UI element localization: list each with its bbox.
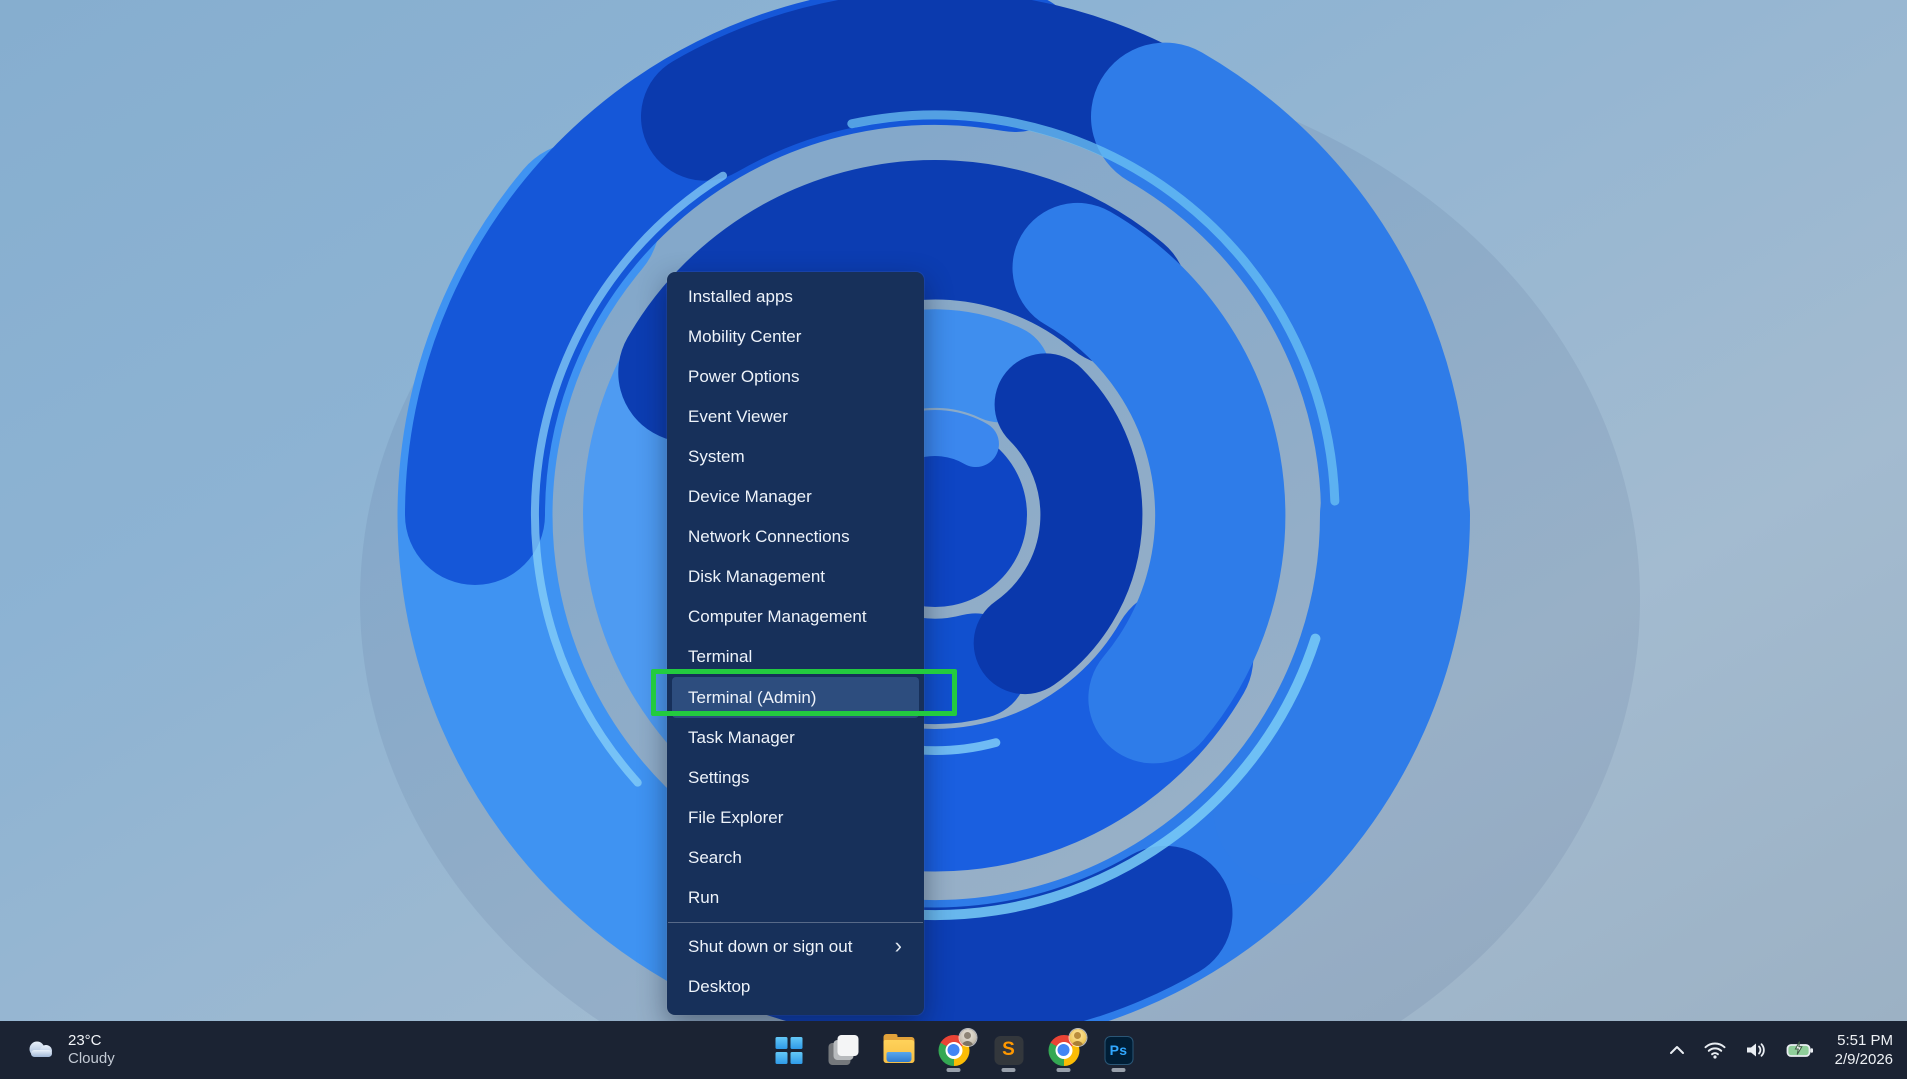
menu-item-mobility-center[interactable]: Mobility Center <box>667 317 924 357</box>
running-indicator <box>1002 1068 1016 1072</box>
menu-item-label: Run <box>688 888 719 908</box>
menu-item-installed-apps[interactable]: Installed apps <box>667 277 924 317</box>
chrome-profile-avatar <box>1069 1029 1086 1046</box>
desktop: { "menu": { "items": [ { "label": "Insta… <box>0 0 1907 1079</box>
menu-item-label: Device Manager <box>688 487 812 507</box>
menu-item-device-manager[interactable]: Device Manager <box>667 477 924 517</box>
sublime-text-icon: S <box>994 1036 1023 1065</box>
menu-item-computer-management[interactable]: Computer Management <box>667 597 924 637</box>
chrome-profile-1-button[interactable] <box>932 1026 975 1074</box>
running-indicator <box>1057 1068 1071 1072</box>
weather-temperature: 23°C <box>68 1032 115 1050</box>
menu-item-power-options[interactable]: Power Options <box>667 357 924 397</box>
menu-item-label: Shut down or sign out <box>688 937 852 957</box>
photoshop-button[interactable]: Ps <box>1097 1026 1140 1074</box>
menu-item-label: Terminal <box>688 647 752 667</box>
menu-item-task-manager[interactable]: Task Manager <box>667 718 924 758</box>
task-view-button[interactable] <box>822 1026 865 1074</box>
wallpaper-bloom <box>0 0 1907 1079</box>
task-view-icon <box>829 1035 859 1065</box>
chrome-icon <box>1048 1035 1079 1066</box>
menu-item-run[interactable]: Run <box>667 878 924 918</box>
menu-item-disk-management[interactable]: Disk Management <box>667 557 924 597</box>
chrome-icon <box>938 1035 969 1066</box>
menu-item-label: Task Manager <box>688 728 795 748</box>
running-indicator <box>947 1068 961 1072</box>
chevron-up-icon <box>1669 1045 1685 1055</box>
menu-item-label: Power Options <box>688 367 800 387</box>
taskbar-clock[interactable]: 5:51 PM 2/9/2026 <box>1831 1031 1897 1069</box>
menu-item-label: Settings <box>688 768 749 788</box>
menu-item-search[interactable]: Search <box>667 838 924 878</box>
sublime-text-button[interactable]: S <box>987 1026 1030 1074</box>
speaker-icon <box>1745 1041 1767 1059</box>
chrome-profile-avatar <box>959 1029 976 1046</box>
taskbar-app-icons: S Ps <box>767 1021 1140 1079</box>
wifi-button[interactable] <box>1698 1029 1732 1071</box>
windows-logo-icon <box>775 1037 802 1064</box>
menu-item-label: Computer Management <box>688 607 867 627</box>
weather-condition: Cloudy <box>68 1050 115 1068</box>
clock-time: 5:51 PM <box>1835 1031 1893 1050</box>
winx-context-menu: Installed apps Mobility Center Power Opt… <box>667 272 924 1015</box>
file-explorer-button[interactable] <box>877 1026 920 1074</box>
battery-charging-icon <box>1786 1040 1814 1060</box>
menu-item-label: Search <box>688 848 742 868</box>
menu-item-label: Mobility Center <box>688 327 801 347</box>
battery-button[interactable] <box>1780 1029 1820 1071</box>
photoshop-icon: Ps <box>1104 1036 1133 1065</box>
submenu-chevron-icon: › <box>895 935 902 957</box>
menu-item-shut-down-or-sign-out[interactable]: Shut down or sign out › <box>667 927 924 967</box>
menu-item-settings[interactable]: Settings <box>667 758 924 798</box>
folder-icon <box>883 1037 914 1063</box>
menu-item-label: System <box>688 447 745 467</box>
clock-date: 2/9/2026 <box>1835 1050 1893 1069</box>
menu-item-desktop[interactable]: Desktop <box>667 967 924 1007</box>
weather-widget[interactable]: 23°C Cloudy <box>14 1021 125 1079</box>
wifi-icon <box>1704 1041 1726 1059</box>
volume-button[interactable] <box>1739 1029 1773 1071</box>
menu-item-label: Desktop <box>688 977 750 997</box>
running-indicator <box>1112 1068 1126 1072</box>
menu-item-label: Disk Management <box>688 567 825 587</box>
menu-item-network-connections[interactable]: Network Connections <box>667 517 924 557</box>
menu-item-label: Installed apps <box>688 287 793 307</box>
cloud-icon <box>24 1038 58 1062</box>
menu-item-label: Network Connections <box>688 527 850 547</box>
menu-separator <box>668 922 923 923</box>
menu-item-label: Event Viewer <box>688 407 788 427</box>
menu-item-file-explorer[interactable]: File Explorer <box>667 798 924 838</box>
start-button[interactable] <box>767 1026 810 1074</box>
menu-item-event-viewer[interactable]: Event Viewer <box>667 397 924 437</box>
system-tray: 5:51 PM 2/9/2026 <box>1663 1021 1897 1079</box>
annotation-highlight-box <box>651 669 957 716</box>
chrome-profile-2-button[interactable] <box>1042 1026 1085 1074</box>
taskbar: 23°C Cloudy <box>0 1021 1907 1079</box>
menu-item-label: File Explorer <box>688 808 783 828</box>
hidden-icons-button[interactable] <box>1663 1029 1691 1071</box>
menu-item-system[interactable]: System <box>667 437 924 477</box>
